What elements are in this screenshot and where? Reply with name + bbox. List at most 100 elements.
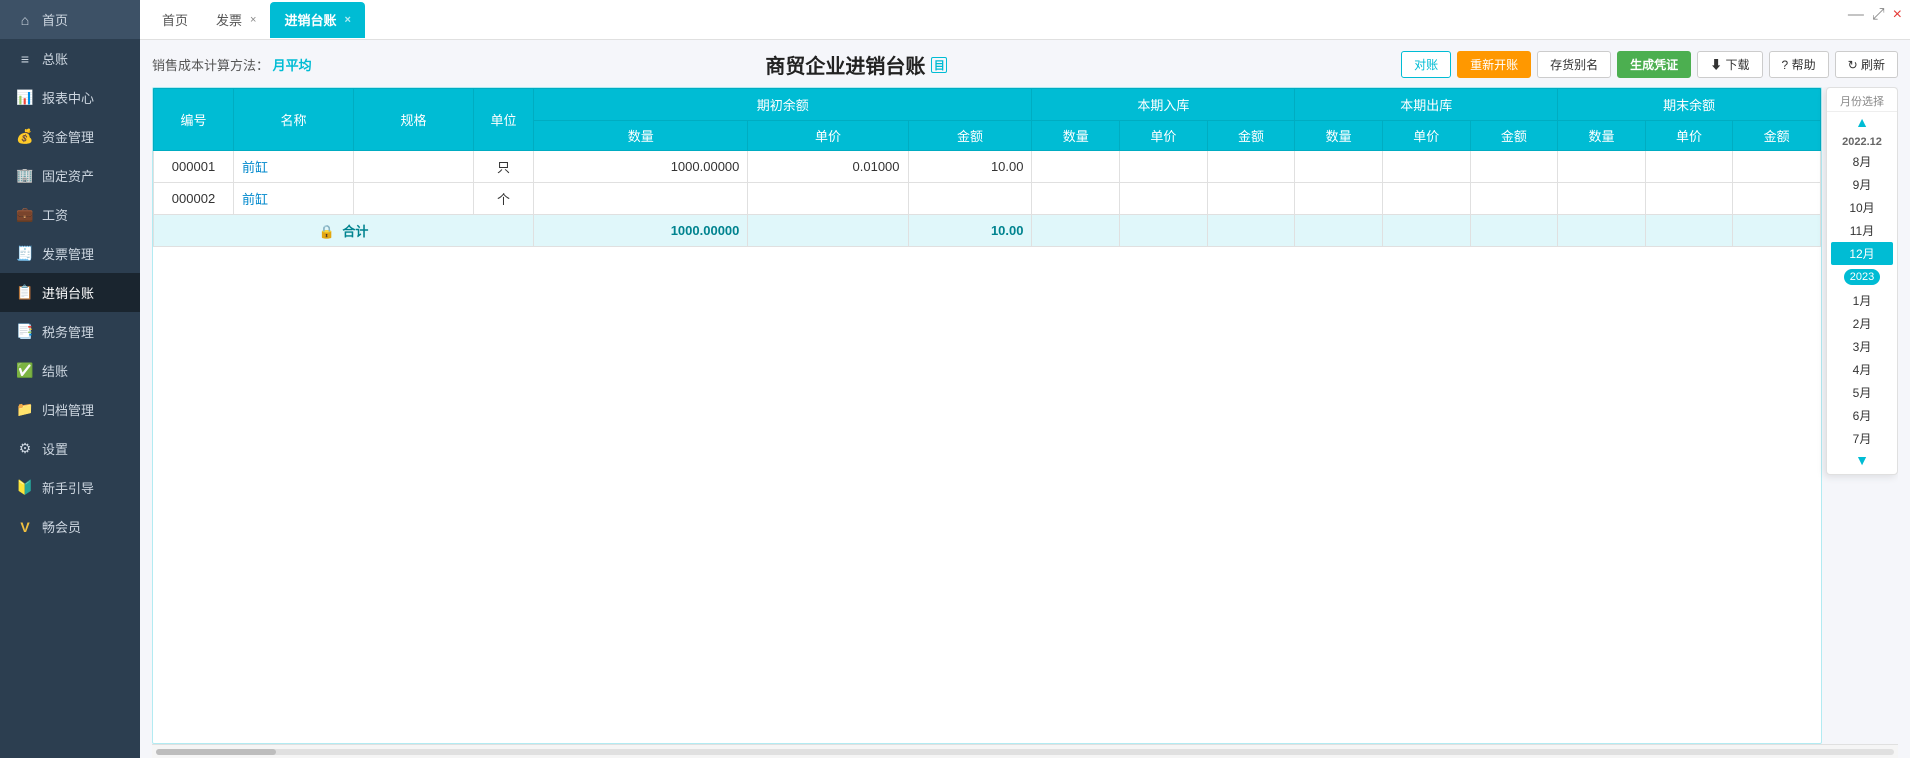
tab-inventory[interactable]: 进销台账 × — [270, 2, 364, 38]
sidebar-item-reports[interactable]: 📊 报表中心 — [0, 78, 140, 117]
cell-amount-in — [1207, 183, 1295, 215]
total-price-in — [1120, 215, 1208, 247]
sidebar-item-archive[interactable]: 📁 归档管理 — [0, 390, 140, 429]
month-7[interactable]: 7月 — [1827, 427, 1897, 450]
maximize-button[interactable]: ⤢ — [1872, 6, 1885, 24]
col-header-name: 名称 — [234, 89, 354, 151]
close-button[interactable]: × — [1893, 6, 1902, 24]
total-qty-in — [1032, 215, 1120, 247]
ledger-icon: ≡ — [16, 51, 34, 67]
month-9[interactable]: 9月 — [1827, 173, 1897, 196]
invoice-mgmt-icon: 🧾 — [16, 245, 34, 262]
month-5[interactable]: 5月 — [1827, 381, 1897, 404]
sidebar-item-assets[interactable]: 🏢 固定资产 — [0, 156, 140, 195]
cell-price-in — [1120, 183, 1208, 215]
sidebar-item-label: 结账 — [42, 361, 68, 380]
cell-unit: 只 — [474, 151, 534, 183]
sidebar-item-label: 资金管理 — [42, 127, 94, 146]
generate-voucher-button[interactable]: 生成凭证 — [1617, 51, 1691, 78]
cell-amount-begin: 10.00 — [908, 151, 1032, 183]
cell-price-begin: 0.01000 — [748, 151, 908, 183]
reopen-button[interactable]: 重新开账 — [1457, 51, 1531, 78]
month-4[interactable]: 4月 — [1827, 358, 1897, 381]
col-header-spec: 规格 — [354, 89, 474, 151]
sub-col-amount-end: 金额 — [1733, 121, 1821, 151]
sidebar-item-label: 畅会员 — [42, 517, 81, 536]
cell-price-out — [1382, 151, 1470, 183]
sidebar-item-ledger[interactable]: ≡ 总账 — [0, 39, 140, 78]
col-header-out: 本期出库 — [1295, 89, 1558, 121]
month-6[interactable]: 6月 — [1827, 404, 1897, 427]
minimize-button[interactable]: — — [1848, 6, 1864, 24]
month-11[interactable]: 11月 — [1827, 219, 1897, 242]
sidebar-item-label: 进销台账 — [42, 283, 94, 302]
info-icon[interactable]: 目 — [931, 57, 947, 73]
sidebar-item-checkout[interactable]: ✅ 结账 — [0, 351, 140, 390]
tab-invoice-label: 发票 — [216, 10, 242, 29]
main-area: 首页 发票 × 进销台账 × 销售成本计算方法： 月平均 商贸企业进销台账 目 … — [140, 0, 1910, 758]
archive-icon: 📁 — [16, 401, 34, 418]
tab-invoice-close[interactable]: × — [250, 14, 256, 26]
cell-spec — [354, 183, 474, 215]
month-12[interactable]: 12月 — [1831, 242, 1893, 265]
col-header-in: 本期入库 — [1032, 89, 1295, 121]
cell-qty-out — [1295, 151, 1383, 183]
table-row[interactable]: 000001 前缸 只 1000.00000 0.01000 10.00 — [154, 151, 1821, 183]
sidebar-item-label: 工资 — [42, 205, 68, 224]
reports-icon: 📊 — [16, 89, 34, 106]
sidebar-item-salary[interactable]: 💼 工资 — [0, 195, 140, 234]
table-row[interactable]: 000002 前缸 个 — [154, 183, 1821, 215]
month-2[interactable]: 2月 — [1827, 312, 1897, 335]
cell-amount-end — [1733, 151, 1821, 183]
sidebar-item-settings[interactable]: ⚙ 设置 — [0, 429, 140, 468]
total-price-out — [1382, 215, 1470, 247]
sidebar-item-home[interactable]: ⌂ 首页 — [0, 0, 140, 39]
month-1[interactable]: 1月 — [1827, 289, 1897, 312]
download-icon: ⬇ — [1710, 58, 1722, 72]
sidebar-item-funds[interactable]: 💰 资金管理 — [0, 117, 140, 156]
cell-name: 前缸 — [234, 183, 354, 215]
total-qty-out — [1295, 215, 1383, 247]
horizontal-scrollbar[interactable] — [152, 744, 1898, 758]
sidebar-item-vip[interactable]: V 畅会员 — [0, 507, 140, 546]
home-icon: ⌂ — [16, 12, 34, 28]
sidebar-item-invoice-mgmt[interactable]: 🧾 发票管理 — [0, 234, 140, 273]
total-label: 🔒 合计 — [154, 215, 534, 247]
sidebar-item-inventory[interactable]: 📋 进销台账 — [0, 273, 140, 312]
help-button[interactable]: ? 帮助 — [1769, 51, 1829, 78]
tab-invoice[interactable]: 发票 × — [202, 2, 270, 38]
inventory-table: 编号 名称 规格 单位 期初余额 本期入库 本期出库 期末余额 数量 单价 — [153, 88, 1821, 247]
reconcile-button[interactable]: 对账 — [1401, 51, 1451, 78]
sub-col-price-begin: 单价 — [748, 121, 908, 151]
cell-qty-in — [1032, 183, 1120, 215]
sub-col-qty-end: 数量 — [1558, 121, 1646, 151]
cell-spec — [354, 151, 474, 183]
sidebar-item-tax[interactable]: 📑 税务管理 — [0, 312, 140, 351]
download-button[interactable]: ⬇ 下载 — [1697, 51, 1762, 78]
month-8[interactable]: 8月 — [1827, 150, 1897, 173]
month-10[interactable]: 10月 — [1827, 196, 1897, 219]
month-3[interactable]: 3月 — [1827, 335, 1897, 358]
month-panel: 月份选择 ▲ 2022.12 8月 9月 10月 11月 12月 2023 1月… — [1826, 87, 1898, 475]
refresh-button[interactable]: ↻ 刷新 — [1835, 51, 1898, 78]
cell-name: 前缸 — [234, 151, 354, 183]
cell-qty-begin: 1000.00000 — [534, 151, 748, 183]
cell-price-end — [1645, 183, 1733, 215]
total-qty-end — [1558, 215, 1646, 247]
cost-method: 销售成本计算方法： 月平均 — [152, 55, 312, 74]
cell-qty-end — [1558, 183, 1646, 215]
tab-home[interactable]: 首页 — [148, 2, 202, 38]
sub-col-price-out: 单价 — [1382, 121, 1470, 151]
month-nav-up[interactable]: ▲ — [1827, 112, 1897, 132]
total-amount-end — [1733, 215, 1821, 247]
tab-home-label: 首页 — [162, 10, 188, 29]
inventory-table-container[interactable]: 编号 名称 规格 单位 期初余额 本期入库 本期出库 期末余额 数量 单价 — [152, 87, 1822, 744]
scrollbar-thumb[interactable] — [156, 749, 276, 755]
month-nav-down[interactable]: ▼ — [1827, 450, 1897, 470]
save-alias-button[interactable]: 存货别名 — [1537, 51, 1611, 78]
year-badge-2023: 2023 — [1844, 269, 1880, 285]
sidebar-item-guide[interactable]: 🔰 新手引导 — [0, 468, 140, 507]
tab-inventory-close[interactable]: × — [344, 14, 350, 26]
scrollbar-track — [156, 749, 1894, 755]
col-header-unit: 单位 — [474, 89, 534, 151]
